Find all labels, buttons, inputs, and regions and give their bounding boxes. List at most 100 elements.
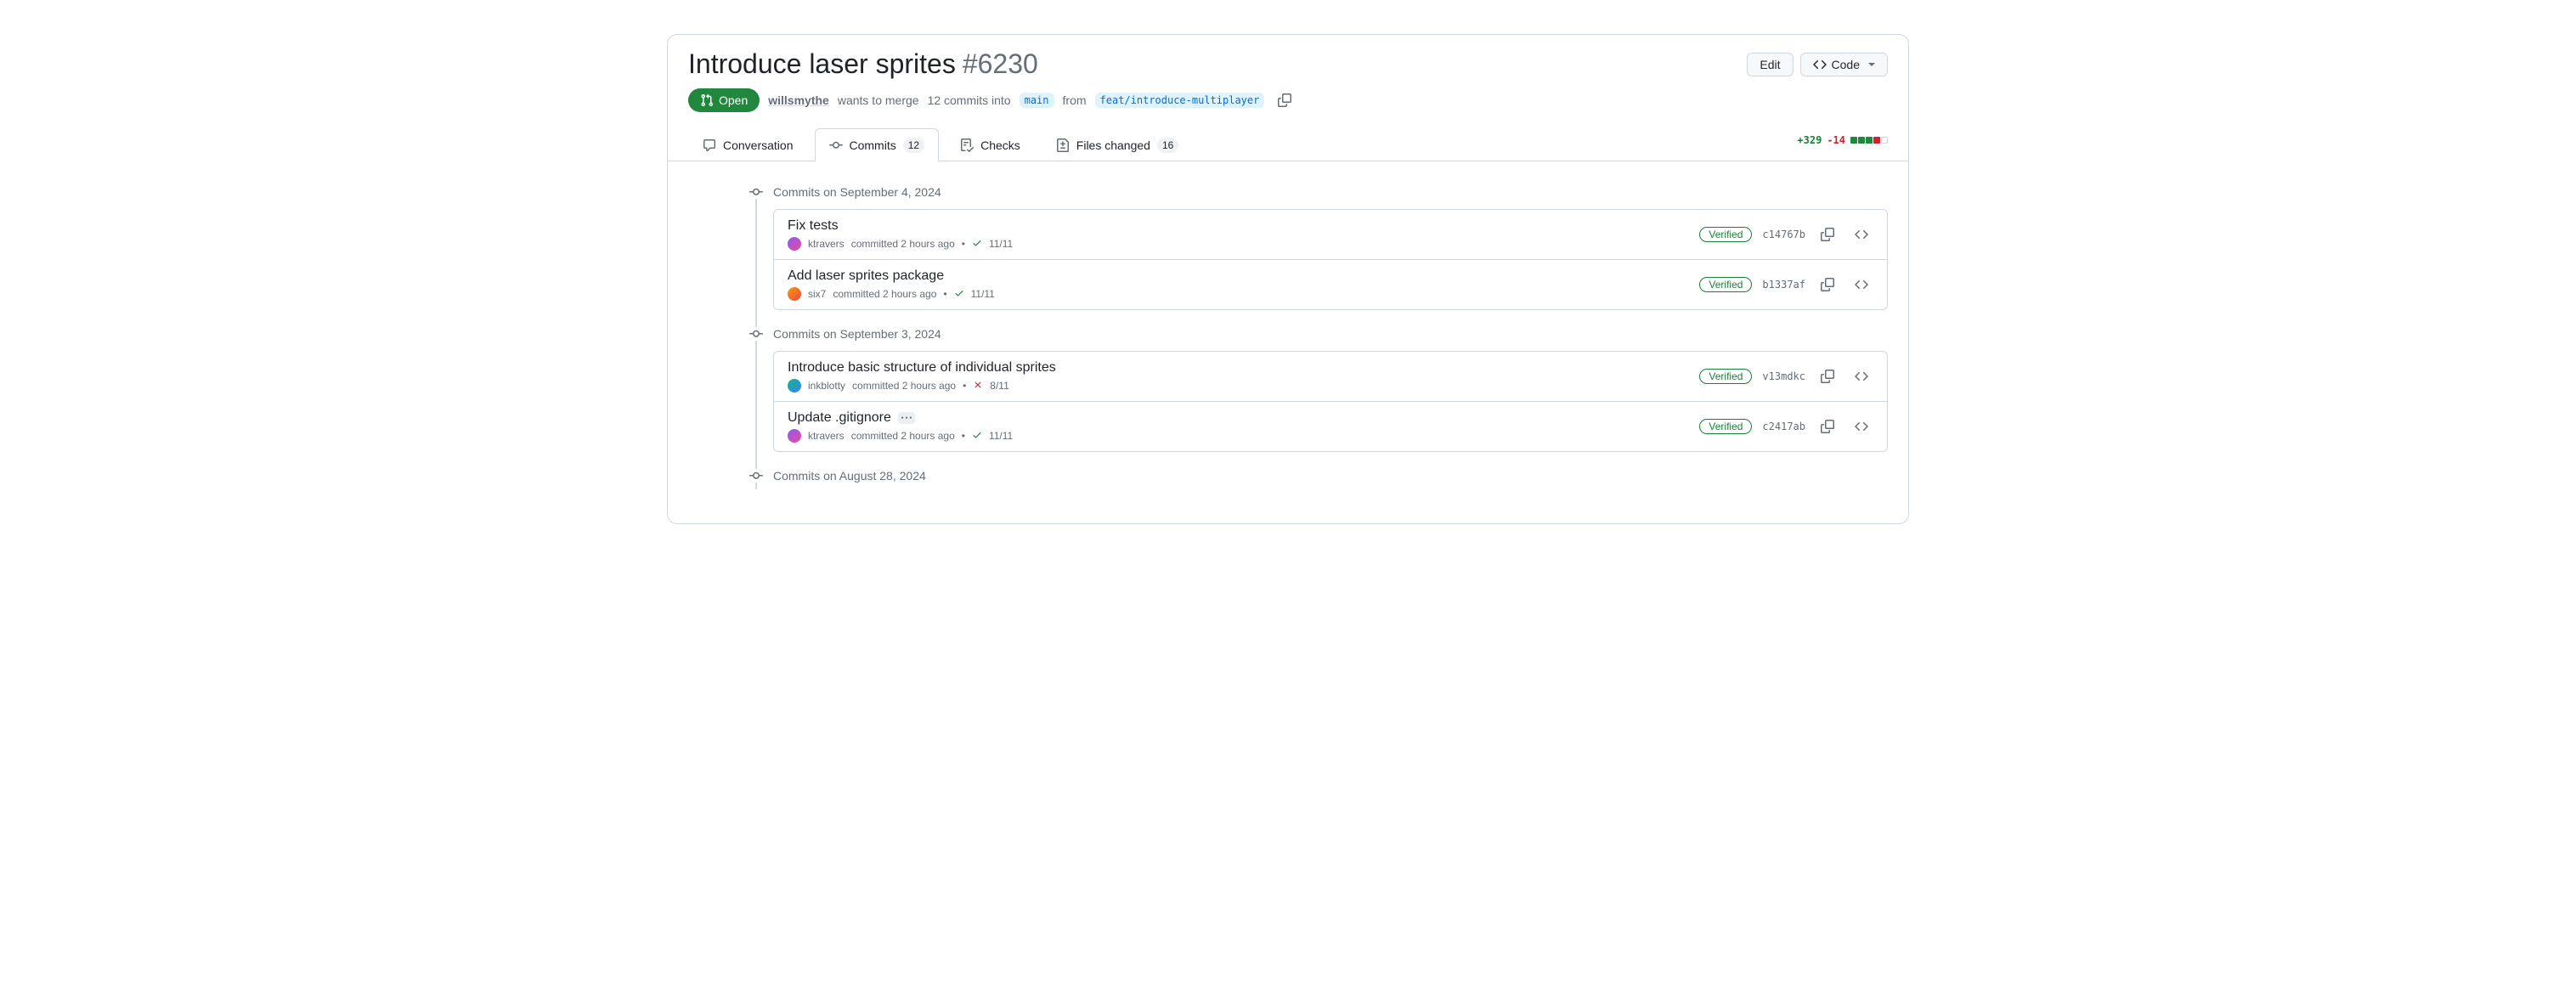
separator: •	[962, 238, 965, 250]
status-text: 8/11	[990, 380, 1008, 392]
commit-sha-link[interactable]: c2417ab	[1762, 421, 1805, 432]
tab-commits-label: Commits	[850, 138, 896, 152]
tab-checks[interactable]: Checks	[946, 129, 1035, 161]
git-commit-icon	[749, 185, 763, 199]
verified-badge[interactable]: Verified	[1699, 277, 1752, 292]
caret-down-icon	[1868, 63, 1875, 66]
copy-sha-button[interactable]	[1816, 223, 1839, 246]
commit-author-link[interactable]: ktravers	[808, 430, 845, 442]
status-icon[interactable]	[972, 430, 982, 443]
git-commit-icon	[829, 138, 843, 152]
commit-author-link[interactable]: six7	[808, 288, 826, 300]
browse-code-button[interactable]	[1850, 415, 1873, 438]
commit-time: committed 2 hours ago	[833, 288, 936, 300]
wants-text: wants to merge	[838, 93, 919, 107]
commit-timeline: Commits on September 4, 2024 Fix tests ktr…	[749, 178, 1888, 489]
pr-page: Introduce laser sprites #6230 Edit Code …	[667, 34, 1909, 524]
date-marker: Commits on September 3, 2024	[749, 320, 1888, 347]
file-diff-icon	[1056, 138, 1070, 152]
verified-badge[interactable]: Verified	[1699, 369, 1752, 384]
commit-time: committed 2 hours ago	[851, 430, 955, 442]
browse-code-button[interactable]	[1850, 364, 1873, 388]
copy-sha-button[interactable]	[1816, 273, 1839, 297]
copy-icon	[1278, 93, 1291, 107]
commit-row: Fix tests ktravers committed 2 hours ago • 1…	[774, 210, 1887, 260]
date-label: Commits on August 28, 2024	[773, 469, 926, 483]
tab-files-label: Files changed	[1076, 138, 1150, 152]
code-icon	[1813, 58, 1827, 71]
tab-files[interactable]: Files changed 16	[1042, 128, 1194, 161]
diffstat: +329 -14	[1797, 134, 1888, 155]
tab-checks-label: Checks	[980, 138, 1020, 152]
commit-row: Introduce basic structure of individual …	[774, 352, 1887, 402]
base-branch[interactable]: main	[1020, 93, 1054, 108]
from-text: from	[1063, 93, 1087, 107]
author-link[interactable]: willsmythe	[768, 93, 829, 107]
tabs: Conversation Commits 12 Checks Files cha…	[668, 127, 1908, 161]
commit-time: committed 2 hours ago	[851, 238, 955, 250]
commit-sha-link[interactable]: b1337af	[1762, 279, 1805, 291]
status-text: 11/11	[989, 430, 1013, 442]
commit-title-link[interactable]: Update .gitignore	[788, 410, 891, 426]
commit-group: Fix tests ktravers committed 2 hours ago • 1…	[773, 209, 1888, 310]
commit-title-link[interactable]: Fix tests	[788, 218, 839, 234]
avatar[interactable]	[788, 287, 801, 301]
copy-branch-button[interactable]	[1273, 88, 1296, 112]
status-text: 11/11	[971, 288, 995, 300]
commit-count-text: 12 commits into	[928, 93, 1011, 107]
pr-number: #6230	[963, 48, 1038, 80]
date-label: Commits on September 3, 2024	[773, 327, 941, 341]
copy-sha-button[interactable]	[1816, 364, 1839, 388]
date-marker: Commits on September 4, 2024	[749, 178, 1888, 206]
tab-conversation[interactable]: Conversation	[688, 129, 808, 161]
deletions: -14	[1827, 134, 1845, 146]
status-icon[interactable]	[954, 288, 964, 301]
commit-time: committed 2 hours ago	[852, 380, 956, 392]
additions: +329	[1797, 134, 1822, 146]
state-text: Open	[719, 93, 748, 107]
browse-code-button[interactable]	[1850, 273, 1873, 297]
git-commit-icon	[749, 327, 763, 341]
avatar[interactable]	[788, 379, 801, 393]
code-label: Code	[1832, 58, 1860, 71]
status-icon[interactable]	[972, 238, 982, 251]
pr-title: Introduce laser sprites	[688, 48, 956, 80]
status-icon[interactable]	[973, 380, 983, 393]
edit-label: Edit	[1760, 58, 1780, 71]
commit-author-link[interactable]: inkblotty	[808, 380, 845, 392]
git-pull-request-icon	[700, 93, 714, 107]
checklist-icon	[960, 138, 974, 152]
comment-icon	[703, 138, 716, 152]
tab-conversation-label: Conversation	[723, 138, 794, 152]
separator: •	[963, 380, 966, 392]
browse-code-button[interactable]	[1850, 223, 1873, 246]
date-label: Commits on September 4, 2024	[773, 185, 941, 199]
edit-button[interactable]: Edit	[1747, 53, 1793, 76]
commits-count: 12	[903, 138, 924, 153]
separator: •	[962, 430, 965, 442]
commit-sha-link[interactable]: v13mdkc	[1762, 370, 1805, 382]
verified-badge[interactable]: Verified	[1699, 227, 1752, 242]
commit-group: Introduce basic structure of individual …	[773, 351, 1888, 452]
commit-row: Add laser sprites package six7 committed 2…	[774, 260, 1887, 309]
avatar[interactable]	[788, 237, 801, 251]
expand-message-button[interactable]	[898, 412, 915, 424]
copy-sha-button[interactable]	[1816, 415, 1839, 438]
commit-author-link[interactable]: ktravers	[808, 238, 845, 250]
status-text: 11/11	[989, 238, 1013, 250]
tab-commits[interactable]: Commits 12	[815, 128, 940, 161]
commit-title-link[interactable]: Introduce basic structure of individual …	[788, 360, 1056, 376]
verified-badge[interactable]: Verified	[1699, 419, 1752, 434]
files-count: 16	[1157, 138, 1178, 153]
state-badge: Open	[688, 88, 760, 112]
commit-row: Update .gitignore ktravers committed 2 hou…	[774, 402, 1887, 451]
separator: •	[943, 288, 946, 300]
date-marker: Commits on August 28, 2024	[749, 462, 1888, 489]
commit-sha-link[interactable]: c14767b	[1762, 229, 1805, 240]
commit-title-link[interactable]: Add laser sprites package	[788, 268, 944, 284]
git-commit-icon	[749, 469, 763, 483]
avatar[interactable]	[788, 429, 801, 443]
head-branch[interactable]: feat/introduce-multiplayer	[1095, 93, 1265, 108]
code-button[interactable]: Code	[1800, 53, 1888, 76]
diffblocks	[1850, 137, 1888, 144]
